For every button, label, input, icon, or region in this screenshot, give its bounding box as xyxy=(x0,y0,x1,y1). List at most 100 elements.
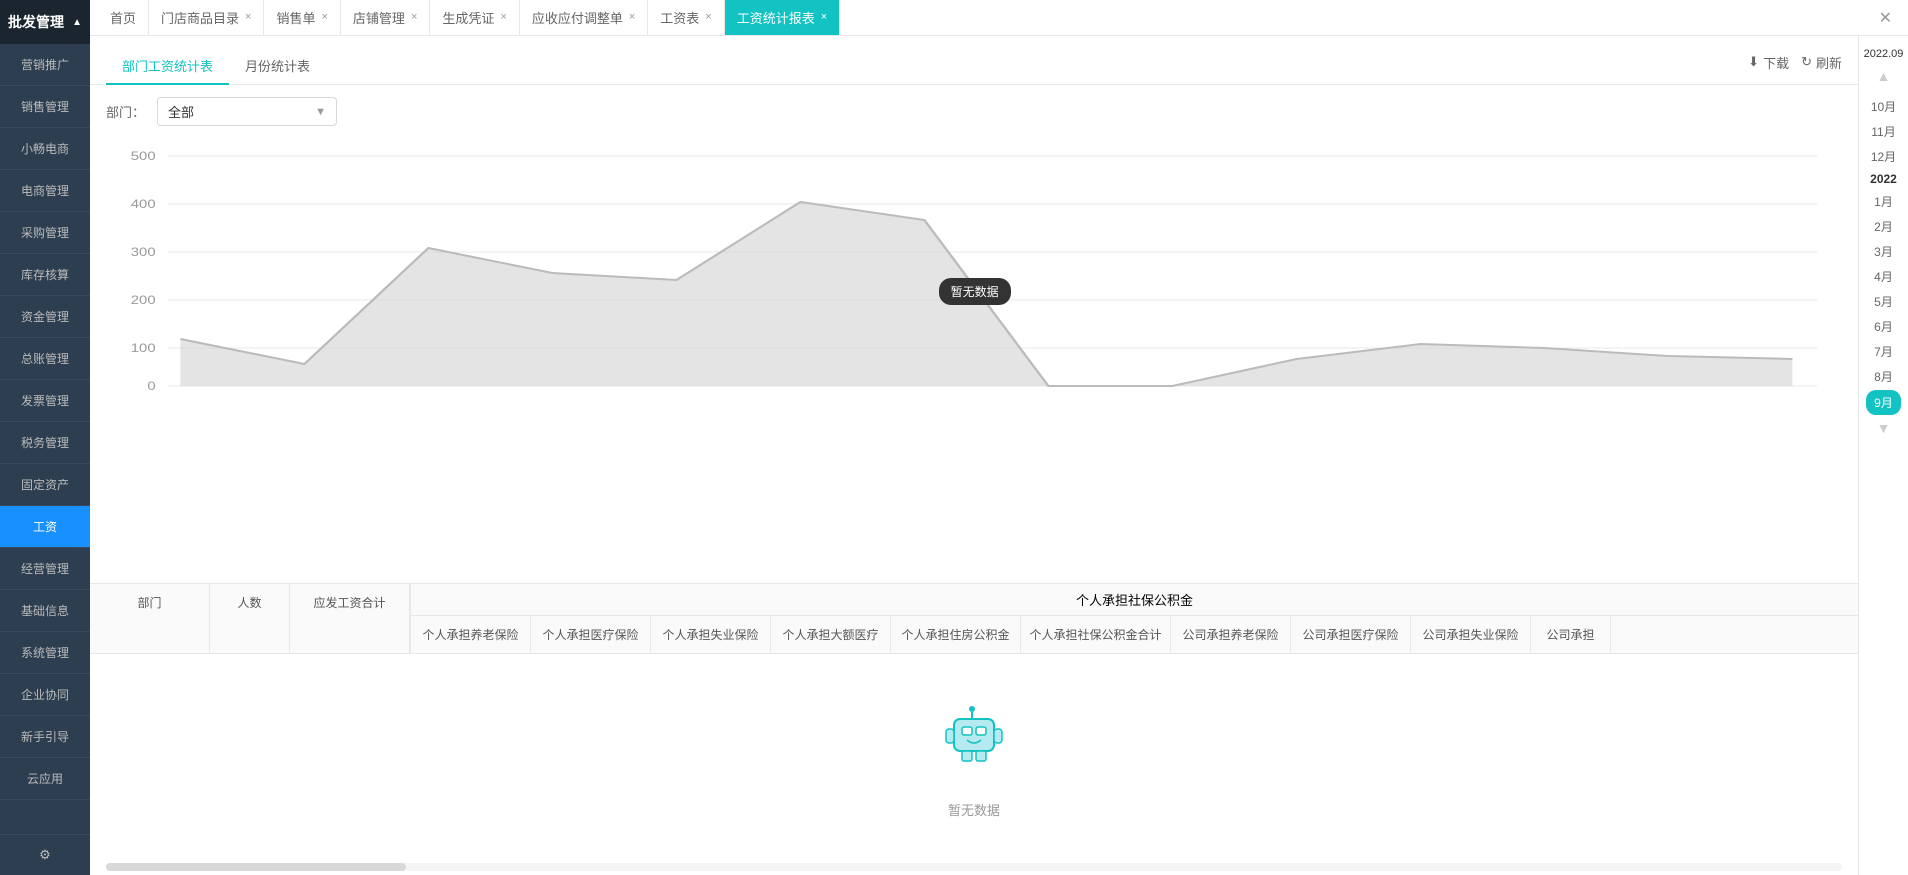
tab-store-mgmt[interactable]: 店铺管理× xyxy=(341,0,430,36)
col-dept: 部门 xyxy=(90,584,210,653)
col-medical: 个人承担医疗保险 xyxy=(531,616,651,653)
tab-gen-voucher[interactable]: 生成凭证× xyxy=(430,0,519,36)
table-header: 部门 人数 应发工资合计 个人承担社保公积金 个人承担养老保险 个人承担医疗保险… xyxy=(90,584,1858,654)
col-company-medical: 公司承担医疗保险 xyxy=(1291,616,1411,653)
filter-bar: 部门： 全部 ▼ xyxy=(90,85,1858,138)
refresh-icon: ↻ xyxy=(1801,54,1812,70)
dept-filter-label: 部门： xyxy=(106,102,145,121)
sidebar-item-system[interactable]: 系统管理 xyxy=(0,632,90,674)
timeline-month-8月[interactable]: 8月 xyxy=(1862,364,1905,389)
sidebar-header[interactable]: 批发管理 ▲ xyxy=(0,0,90,44)
sidebar-item-ecommerce[interactable]: 电商管理 xyxy=(0,170,90,212)
horizontal-scrollbar[interactable] xyxy=(106,863,1842,871)
refresh-label: 刷新 xyxy=(1816,53,1842,72)
tab-close-store-catalog[interactable]: × xyxy=(245,12,251,23)
svg-text:300: 300 xyxy=(131,245,156,258)
timeline-month-3月[interactable]: 3月 xyxy=(1862,239,1905,264)
tab-bar: 首页门店商品目录×销售单×店铺管理×生成凭证×应收应付调整单×工资表×工资统计报… xyxy=(90,0,1908,36)
col-company-unemployment: 公司承担失业保险 xyxy=(1411,616,1531,653)
col-company-pension: 公司承担养老保险 xyxy=(1171,616,1291,653)
sub-tab-0[interactable]: 部门工资统计表 xyxy=(106,48,229,85)
timeline-month-12月[interactable]: 12月 xyxy=(1862,144,1905,169)
sidebar-item-inventory[interactable]: 库存核算 xyxy=(0,254,90,296)
robot-svg xyxy=(934,694,1014,774)
tab-close-salary-report[interactable]: × xyxy=(821,12,827,23)
sidebar-expand-icon: ▲ xyxy=(72,17,82,28)
sidebar-item-invoice[interactable]: 发票管理 xyxy=(0,380,90,422)
col-unemployment: 个人承担失业保险 xyxy=(651,616,771,653)
timeline-month-7月[interactable]: 7月 xyxy=(1862,339,1905,364)
chevron-down-icon: ▼ xyxy=(315,106,326,118)
sidebar-item-guide[interactable]: 新手引导 xyxy=(0,716,90,758)
settings-icon: ⚙ xyxy=(39,847,51,862)
sidebar-settings[interactable]: ⚙ xyxy=(0,834,90,875)
sidebar-item-salary[interactable]: 工资 xyxy=(0,506,90,548)
col-count: 人数 xyxy=(210,584,290,653)
sidebar-item-purchase[interactable]: 采购管理 xyxy=(0,212,90,254)
sidebar-item-operations[interactable]: 经营管理 xyxy=(0,548,90,590)
sidebar-item-tax[interactable]: 税务管理 xyxy=(0,422,90,464)
timeline-month-9月[interactable]: 9月 xyxy=(1866,390,1901,415)
tab-close-sales-order[interactable]: × xyxy=(321,12,327,23)
timeline-month-11月[interactable]: 11月 xyxy=(1862,119,1905,144)
sidebar-item-sales[interactable]: 销售管理 xyxy=(0,86,90,128)
tab-salary-report[interactable]: 工资统计报表× xyxy=(725,0,840,36)
col-pension: 个人承担养老保险 xyxy=(411,616,531,653)
dept-select-value: 全部 xyxy=(168,102,194,121)
svg-text:100: 100 xyxy=(131,341,156,354)
sidebar-item-assets[interactable]: 固定资产 xyxy=(0,464,90,506)
timeline-month-6月[interactable]: 6月 xyxy=(1862,314,1905,339)
group-social-label: 个人承担社保公积金 xyxy=(411,584,1858,616)
timeline-month-4月[interactable]: 4月 xyxy=(1862,264,1905,289)
tab-salary-sheet[interactable]: 工资表× xyxy=(648,0,724,36)
content-main: 部门工资统计表月份统计表 ⬇ 下载 ↻ 刷新 部门： 全部 ▼ xyxy=(90,36,1858,875)
scrollbar-thumb[interactable] xyxy=(106,863,406,871)
refresh-button[interactable]: ↻ 刷新 xyxy=(1801,53,1842,72)
tab-sales-order[interactable]: 销售单× xyxy=(264,0,340,36)
tab-close-gen-voucher[interactable]: × xyxy=(500,12,506,23)
col-major-medical: 个人承担大额医疗 xyxy=(771,616,891,653)
sidebar-item-cloud[interactable]: 云应用 xyxy=(0,758,90,800)
timeline-up-arrow[interactable]: ▲ xyxy=(1859,64,1908,88)
line-chart: 500 400 300 200 100 0 xyxy=(106,146,1842,396)
timeline-month-5月[interactable]: 5月 xyxy=(1862,289,1905,314)
sidebar-item-ledger[interactable]: 总账管理 xyxy=(0,338,90,380)
col-housing-fund: 个人承担住房公积金 xyxy=(891,616,1021,653)
table-area: 部门 人数 应发工资合计 个人承担社保公积金 个人承担养老保险 个人承担医疗保险… xyxy=(90,583,1858,875)
svg-text:200: 200 xyxy=(131,293,156,306)
main-area: 首页门店商品目录×销售单×店铺管理×生成凭证×应收应付调整单×工资表×工资统计报… xyxy=(90,0,1908,875)
sidebar-item-enterprise[interactable]: 企业协同 xyxy=(0,674,90,716)
svg-text:500: 500 xyxy=(131,149,156,162)
download-icon: ⬇ xyxy=(1748,54,1759,70)
tab-home[interactable]: 首页 xyxy=(98,0,149,36)
tab-close-adjust-order[interactable]: × xyxy=(629,12,635,23)
sidebar-item-base-info[interactable]: 基础信息 xyxy=(0,590,90,632)
empty-robot-icon xyxy=(934,694,1014,788)
col-company-more: 公司承担 xyxy=(1531,616,1611,653)
window-close-icon[interactable]: ✕ xyxy=(1879,8,1892,28)
sidebar-item-marketing[interactable]: 营销推广 xyxy=(0,44,90,86)
timeline-month-10月[interactable]: 10月 xyxy=(1862,94,1905,119)
sub-tabs-bar: 部门工资统计表月份统计表 ⬇ 下载 ↻ 刷新 xyxy=(90,36,1858,85)
download-label: 下载 xyxy=(1763,53,1789,72)
svg-text:0: 0 xyxy=(147,379,155,392)
empty-state: 暂无数据 xyxy=(90,654,1858,859)
timeline-month-2月[interactable]: 2月 xyxy=(1862,214,1905,239)
timeline-month-1月[interactable]: 1月 xyxy=(1862,189,1905,214)
sub-tab-1[interactable]: 月份统计表 xyxy=(229,48,326,85)
tab-store-catalog[interactable]: 门店商品目录× xyxy=(149,0,264,36)
tab-close-salary-sheet[interactable]: × xyxy=(705,12,711,23)
sidebar-item-ecommerce-small[interactable]: 小畅电商 xyxy=(0,128,90,170)
group-social-cells: 个人承担养老保险 个人承担医疗保险 个人承担失业保险 个人承担大额医疗 个人承担… xyxy=(411,616,1858,653)
sidebar: 批发管理 ▲ 营销推广销售管理小畅电商电商管理采购管理库存核算资金管理总账管理发… xyxy=(0,0,90,875)
tab-close-store-mgmt[interactable]: × xyxy=(411,12,417,23)
chart-area: 暂无数据 500 400 300 200 100 0 xyxy=(90,138,1858,583)
tab-adjust-order[interactable]: 应收应付调整单× xyxy=(520,0,648,36)
sidebar-title: 批发管理 xyxy=(8,12,64,32)
dept-select[interactable]: 全部 ▼ xyxy=(157,97,337,126)
timeline-down-arrow[interactable]: ▼ xyxy=(1859,416,1908,440)
group-social: 个人承担社保公积金 个人承担养老保险 个人承担医疗保险 个人承担失业保险 个人承… xyxy=(410,584,1858,653)
sidebar-item-fund[interactable]: 资金管理 xyxy=(0,296,90,338)
download-button[interactable]: ⬇ 下载 xyxy=(1748,53,1789,72)
timeline-panel: 2022.09 ▲ 10月11月12月20221月2月3月4月5月6月7月8月9… xyxy=(1858,36,1908,875)
